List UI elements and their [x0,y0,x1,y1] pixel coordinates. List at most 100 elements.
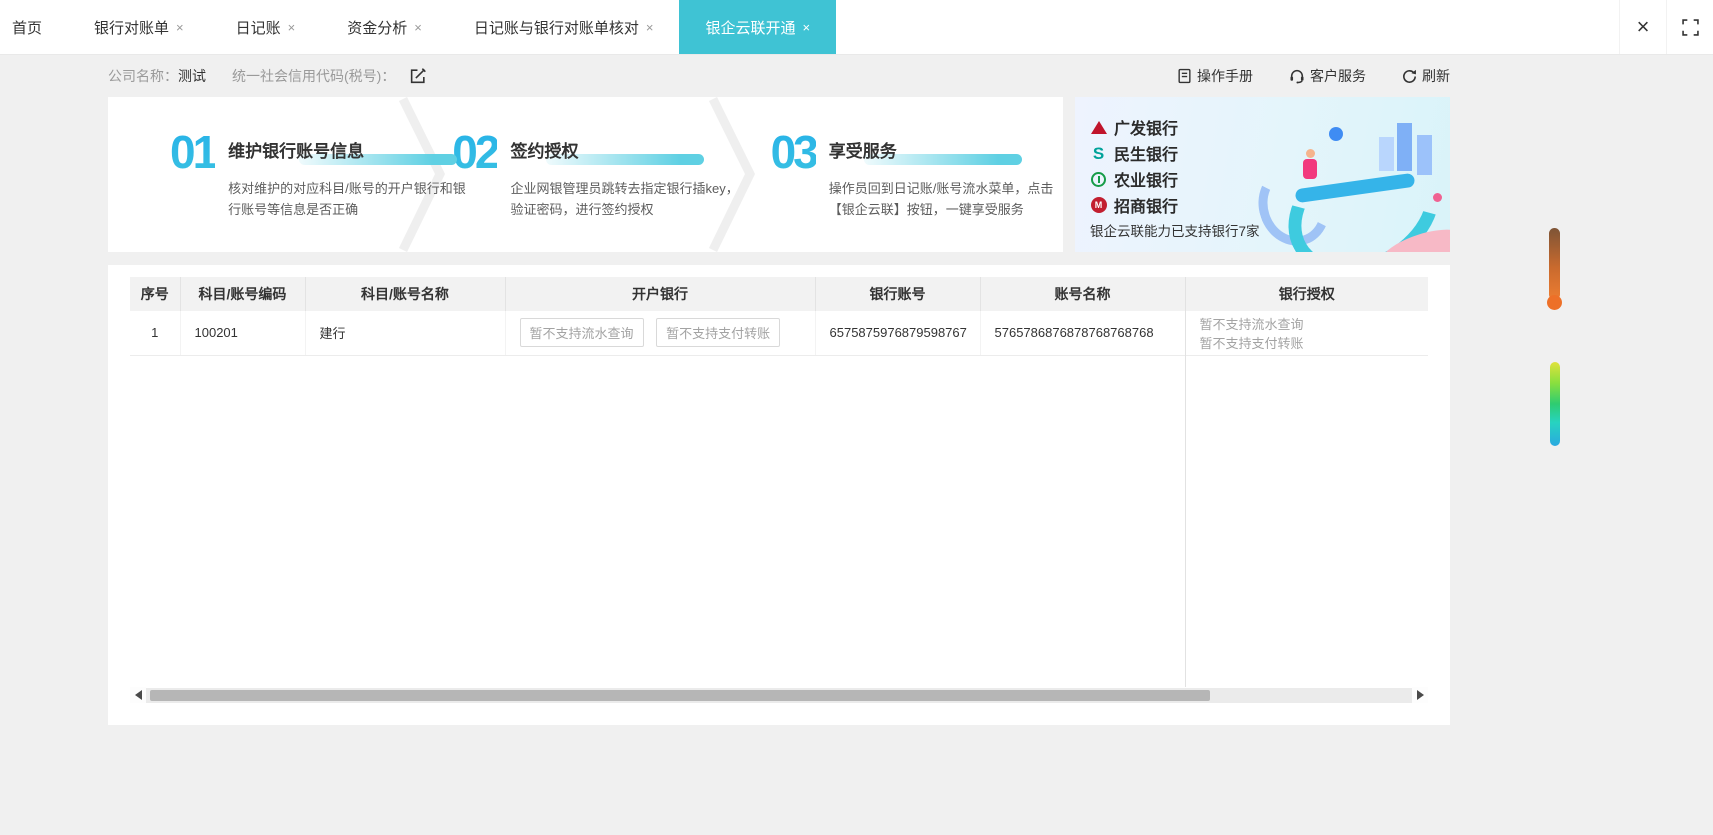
cell-account-title: 5765786876878768768768 [980,311,1186,356]
minsheng-bank-icon: S [1092,143,1105,163]
banks-illustration [1248,97,1450,252]
tab-journal-bank-reconcile[interactable]: 日记账与银行对账单核对 × [448,0,680,54]
step-3-number: 03 [771,129,819,252]
merchants-bank-icon: M [1090,197,1107,213]
scrollbar-thumb[interactable] [150,689,1210,701]
step-1-number: 01 [170,129,218,252]
accounts-table-card: 序号 科目/账号编码 科目/账号名称 开户银行 银行账号 账号名称 银行授权 1… [108,265,1450,725]
tab-close-icon[interactable]: × [288,20,296,35]
customer-service-button[interactable]: 客户服务 [1289,66,1366,86]
banks-support-count: 银企云联能力已支持银行7家 [1090,224,1260,239]
step-1-description: 核对维护的对应科目/账号的开户银行和银行账号等信息是否正确 [228,181,466,218]
fullscreen-button[interactable] [1666,0,1713,54]
company-name-label: 公司名称： [108,68,178,84]
cell-index: 1 [130,311,181,356]
col-bank-auth: 银行授权 [1185,277,1428,311]
step-1-title: 维护银行账号信息 [228,137,457,165]
bank-name: 广发银行 [1114,121,1179,138]
refresh-button[interactable]: 刷新 [1402,66,1450,86]
col-account-title: 账号名称 [980,277,1186,311]
tab-bank-statement[interactable]: 银行对账单 × [68,0,210,54]
window-controls: × [1619,0,1713,54]
scroll-left-button[interactable] [130,687,146,703]
tab-home[interactable]: 首页 [0,0,68,54]
agricultural-bank-icon [1090,171,1107,187]
refresh-icon [1403,69,1416,83]
tab-close-icon[interactable]: × [414,20,422,35]
tab-close-icon[interactable]: × [802,20,810,35]
table-header-row: 序号 科目/账号编码 科目/账号名称 开户银行 银行账号 账号名称 银行授权 [130,277,1428,311]
close-window-button[interactable]: × [1619,0,1666,54]
scroll-right-button[interactable] [1412,687,1428,703]
tab-label: 资金分析 [347,19,408,37]
tab-bar: 首页 银行对账单 × 日记账 × 资金分析 × 日记账与银行对账单核对 × 银企… [0,0,1713,55]
tab-close-icon[interactable]: × [176,20,184,35]
fullscreen-icon [1681,18,1699,36]
step-1: 01 维护银行账号信息 核对维护的对应科目/账号的开户银行和银行账号等信息是否正… [108,97,466,252]
tab-label: 银行对账单 [94,19,170,37]
tab-label: 日记账与银行对账单核对 [473,19,639,37]
tab-journal[interactable]: 日记账 × [210,0,322,54]
document-icon [1178,68,1191,84]
step-3-description: 操作员回到日记账/账号流水菜单，点击【银企云联】按钮，一键享受服务 [828,181,1054,218]
horizontal-scrollbar[interactable] [130,687,1428,703]
customer-service-label: 客户服务 [1310,68,1366,84]
col-account-name: 科目/账号名称 [305,277,506,311]
step-3-title: 享受服务 [829,137,1023,165]
scrollbar-track[interactable] [146,687,1412,703]
fixed-column-divider [1185,277,1186,687]
cell-bank-account: 6575875976879598767 [815,311,981,356]
tax-code-label: 统一社会信用代码(税号)： [232,68,396,84]
edit-company-button[interactable] [409,67,427,85]
illustration-dot [1329,127,1343,141]
bank-item-merchants: M 招商银行 [1090,192,1178,218]
tab-label: 首页 [12,19,43,37]
cell-bank-auth: 暂不支持流水查询 暂不支持支付转账 [1185,311,1428,356]
step-2-title: 签约授权 [510,137,704,165]
col-index: 序号 [130,277,181,311]
step-2-description: 企业网银管理员跳转去指定银行插key，验证密码，进行签约授权 [510,181,739,218]
company-name-value: 测试 [178,68,206,84]
step-3: 03 享受服务 操作员回到日记账/账号流水菜单，点击【银企云联】按钮，一键享受服… [745,97,1063,252]
manual-label: 操作手册 [1197,68,1253,84]
side-widget-thermometer [1547,228,1562,310]
bank-name: 招商银行 [1114,199,1179,216]
tab-label: 日记账 [235,19,281,37]
accounts-table: 序号 科目/账号编码 科目/账号名称 开户银行 银行账号 账号名称 银行授权 1… [130,277,1428,356]
bank-item-agricultural: 农业银行 [1090,166,1178,192]
tab-label: 银企云联开通 [705,19,796,37]
flow-query-unsupported-button[interactable]: 暂不支持流水查询 [519,318,644,348]
bank-name: 农业银行 [1114,173,1179,190]
bank-item-minsheng: S 民生银行 [1090,140,1178,166]
illustration-person-head [1306,149,1315,158]
steps-card: 01 维护银行账号信息 核对维护的对应科目/账号的开户银行和银行账号等信息是否正… [108,97,1063,252]
bank-item-guangfa: 广发银行 [1090,114,1178,140]
right-arrow-icon [1416,690,1424,700]
banks-list: 广发银行 S 民生银行 农业银行 M 招商银行 [1090,114,1178,218]
step-2: 02 签约授权 企业网银管理员跳转去指定银行插key，验证密码，进行签约授权 [426,97,744,252]
edit-icon [411,68,427,84]
cell-opening-bank: 暂不支持流水查询 暂不支持支付转账 [505,311,816,356]
side-widget-colorbar [1550,362,1560,446]
tab-close-icon[interactable]: × [646,20,654,35]
top-section: 01 维护银行账号信息 核对维护的对应科目/账号的开户银行和银行账号等信息是否正… [108,97,1450,252]
close-icon: × [1636,14,1650,39]
cell-account-name: 建行 [305,311,506,356]
cell-account-code: 100201 [180,311,306,356]
guangfa-bank-icon [1090,120,1107,134]
company-info: 公司名称： 测试 统一社会信用代码(税号)： [108,66,427,86]
table-row: 1 100201 建行 暂不支持流水查询 暂不支持支付转账 6575875976… [130,311,1428,356]
tab-bank-cloud-link[interactable]: 银企云联开通 × [679,0,837,54]
page-header: 公司名称： 测试 统一社会信用代码(税号)： 操作手册 客户服务 刷新 [108,55,1450,97]
left-arrow-icon [134,690,142,700]
col-bank-account: 银行账号 [815,277,981,311]
tab-fund-analysis[interactable]: 资金分析 × [321,0,448,54]
bank-name: 民生银行 [1114,147,1179,164]
auth-pay-status: 暂不支持支付转账 [1199,335,1304,351]
supported-banks-panel: 广发银行 S 民生银行 农业银行 M 招商银行 银企云联能力已支持银行7家 [1075,97,1450,252]
pay-transfer-unsupported-button[interactable]: 暂不支持支付转账 [656,318,781,348]
refresh-label: 刷新 [1422,68,1450,84]
manual-button[interactable]: 操作手册 [1177,66,1253,86]
headset-icon [1290,70,1304,84]
col-account-code: 科目/账号编码 [180,277,306,311]
